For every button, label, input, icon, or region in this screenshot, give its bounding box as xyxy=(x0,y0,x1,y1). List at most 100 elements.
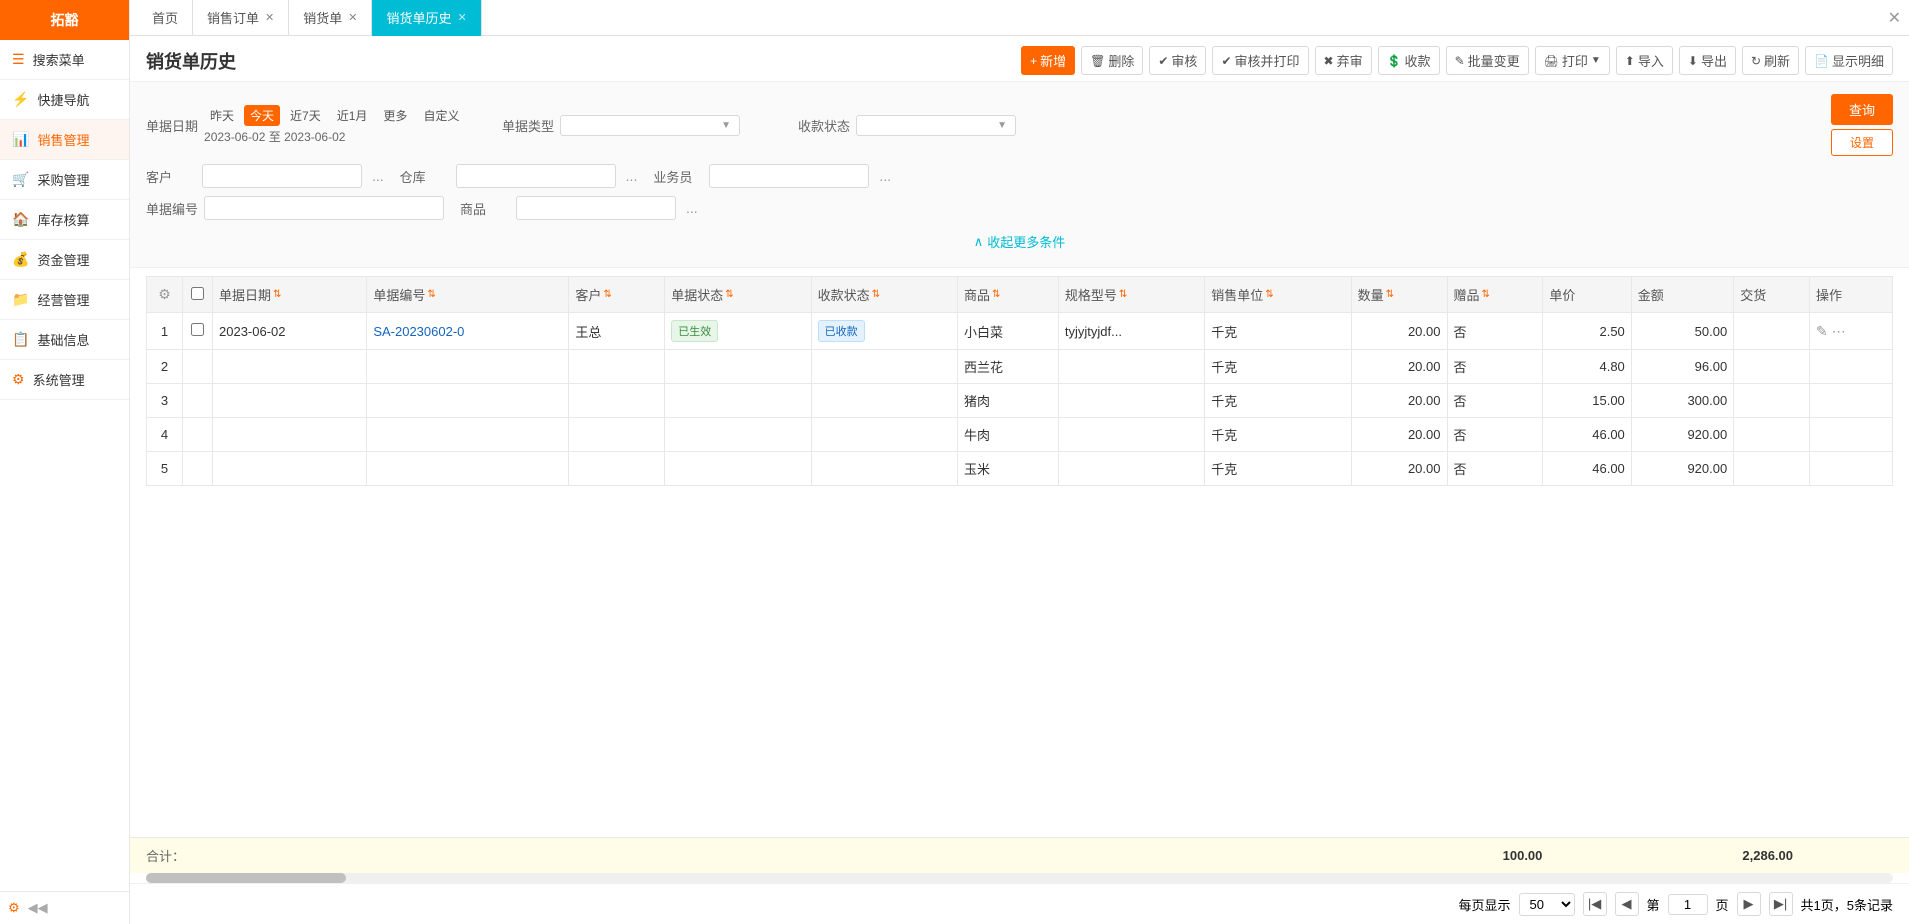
doc-no-input[interactable] xyxy=(204,196,444,220)
batch-change-button[interactable]: ✎ 批量变更 xyxy=(1446,46,1529,75)
collect-button[interactable]: 💲 收款 xyxy=(1378,46,1440,75)
new-button[interactable]: + 新增 xyxy=(1021,46,1075,75)
cell-check[interactable] xyxy=(183,350,213,384)
cell-goods: 牛肉 xyxy=(957,418,1058,452)
customer-more-icon[interactable]: ... xyxy=(372,168,384,184)
cell-unit-price: 46.00 xyxy=(1543,452,1631,486)
tab-home[interactable]: 首页 xyxy=(138,0,193,36)
tab-close-sales-history[interactable]: ✕ xyxy=(458,11,467,24)
warehouse-input[interactable] xyxy=(456,164,616,188)
cell-check[interactable] xyxy=(183,313,213,350)
salesperson-more-icon[interactable]: ... xyxy=(879,168,891,184)
tab-sales-history[interactable]: 销货单历史 ✕ xyxy=(372,0,481,36)
tab-close-sales-order[interactable]: ✕ xyxy=(265,11,274,24)
show-detail-button[interactable]: 📄 显示明细 xyxy=(1805,46,1893,75)
date-option-today[interactable]: 今天 xyxy=(244,105,280,126)
sidebar-collapse-icon[interactable]: ◀◀ xyxy=(28,900,48,916)
col-customer[interactable]: 客户 ⇅ xyxy=(569,277,665,313)
print-button[interactable]: 🖨 打印 ▼ xyxy=(1535,46,1610,75)
cell-doc-no[interactable] xyxy=(367,384,569,418)
date-option-7days[interactable]: 近7天 xyxy=(284,105,327,126)
date-option-more[interactable]: 更多 xyxy=(377,105,413,126)
basic-info-icon: 📋 xyxy=(12,331,29,348)
goods-more-icon[interactable]: ... xyxy=(686,200,698,216)
collect-icon: 💲 xyxy=(1387,54,1402,68)
select-all-checkbox[interactable] xyxy=(191,287,204,300)
date-option-yesterday[interactable]: 昨天 xyxy=(204,105,240,126)
sidebar-item-basic-info[interactable]: 📋 基础信息 xyxy=(0,320,129,360)
date-option-1month[interactable]: 近1月 xyxy=(331,105,374,126)
col-collect-status[interactable]: 收款状态 ⇅ xyxy=(811,277,957,313)
more-action-icon[interactable]: ⋯ xyxy=(1832,323,1846,340)
col-settings[interactable]: ⚙ xyxy=(147,277,183,313)
col-unit[interactable]: 销售单位 ⇅ xyxy=(1205,277,1351,313)
doc-type-select[interactable]: ▼ xyxy=(560,115,740,136)
import-button[interactable]: ⬆ 导入 xyxy=(1616,46,1673,75)
first-page-button[interactable]: |◀ xyxy=(1583,892,1607,916)
delete-button[interactable]: 🗑 删除 xyxy=(1081,46,1143,75)
footer-total-amount: 2,286.00 xyxy=(1742,848,1793,863)
audit-button[interactable]: ✔ 审核 xyxy=(1149,46,1206,75)
sidebar-item-quick-nav[interactable]: ⚡ 快捷导航 xyxy=(0,80,129,120)
cell-unit-price: 4.80 xyxy=(1543,350,1631,384)
filter-doc-no: 单据编号 xyxy=(146,196,444,220)
sidebar-item-purchase-mgmt[interactable]: 🛒 采购管理 xyxy=(0,160,129,200)
setting-button[interactable]: 设置 xyxy=(1831,129,1893,156)
collect-status-badge: 已收款 xyxy=(818,320,865,342)
row-checkbox[interactable] xyxy=(191,323,204,336)
pagination-bar: 每页显示 50 100 200 |◀ ◀ 第 页 ▶ ▶| 共1页，5条记录 xyxy=(130,883,1909,924)
warehouse-more-icon[interactable]: ... xyxy=(626,168,638,184)
col-spec[interactable]: 规格型号 ⇅ xyxy=(1058,277,1204,313)
cell-doc-no[interactable] xyxy=(367,452,569,486)
tab-sales-order[interactable]: 销售订单 ✕ xyxy=(193,0,289,36)
refresh-button[interactable]: ↻ 刷新 xyxy=(1742,46,1799,75)
query-button[interactable]: 查询 xyxy=(1831,94,1893,125)
scrollbar-thumb[interactable] xyxy=(146,873,346,883)
col-gift[interactable]: 赠品 ⇅ xyxy=(1447,277,1543,313)
col-doc-date[interactable]: 单据日期 ⇅ xyxy=(213,277,367,313)
table-row: 5 玉米 千克 20.00 否 46.00 920.00 xyxy=(147,452,1893,486)
sidebar-settings-icon[interactable]: ⚙ xyxy=(8,900,20,916)
export-button[interactable]: ⬇ 导出 xyxy=(1679,46,1736,75)
salesperson-input[interactable] xyxy=(709,164,869,188)
close-all-tabs[interactable]: ✕ xyxy=(1888,8,1901,28)
col-doc-status[interactable]: 单据状态 ⇅ xyxy=(665,277,811,313)
col-check xyxy=(183,277,213,313)
cell-doc-no[interactable]: SA-20230602-0 xyxy=(367,313,569,350)
customer-input[interactable] xyxy=(202,164,362,188)
sidebar-item-system[interactable]: ⚙ 系统管理 xyxy=(0,360,129,400)
next-page-button[interactable]: ▶ xyxy=(1737,892,1761,916)
horizontal-scrollbar[interactable] xyxy=(146,873,1893,883)
cell-check[interactable] xyxy=(183,384,213,418)
collect-status-select[interactable]: ▼ xyxy=(856,115,1016,136)
cell-qty: 20.00 xyxy=(1351,313,1447,350)
page-size-select[interactable]: 50 100 200 xyxy=(1519,893,1575,916)
cell-unit-price: 46.00 xyxy=(1543,418,1631,452)
sidebar-item-sales-mgmt[interactable]: 📊 销售管理 xyxy=(0,120,129,160)
edit-action-icon[interactable]: ✎ xyxy=(1816,323,1828,340)
cell-doc-no[interactable] xyxy=(367,350,569,384)
abandon-button[interactable]: ✖ 弃审 xyxy=(1315,46,1372,75)
cell-doc-no[interactable] xyxy=(367,418,569,452)
col-qty[interactable]: 数量 ⇅ xyxy=(1351,277,1447,313)
date-option-custom[interactable]: 自定义 xyxy=(417,105,465,126)
sort-doc-date-icon: ⇅ xyxy=(273,289,281,300)
sidebar-item-operations[interactable]: 📁 经营管理 xyxy=(0,280,129,320)
sidebar-item-finance[interactable]: 💰 资金管理 xyxy=(0,240,129,280)
page-number-input[interactable] xyxy=(1668,894,1708,915)
tab-close-sales-delivery[interactable]: ✕ xyxy=(348,11,357,24)
collapse-button[interactable]: ∧ 收起更多条件 xyxy=(146,228,1893,255)
col-doc-no[interactable]: 单据编号 ⇅ xyxy=(367,277,569,313)
goods-input[interactable] xyxy=(516,196,676,220)
cell-check[interactable] xyxy=(183,452,213,486)
sidebar-item-search-menu[interactable]: ☰ 搜索菜单 xyxy=(0,40,129,80)
sidebar-item-inventory[interactable]: 🏠 库存核算 xyxy=(0,200,129,240)
col-goods[interactable]: 商品 ⇅ xyxy=(957,277,1058,313)
cell-amount: 920.00 xyxy=(1631,418,1733,452)
last-page-button[interactable]: ▶| xyxy=(1769,892,1793,916)
audit-print-button[interactable]: ✔ 审核并打印 xyxy=(1212,46,1308,75)
cell-amount: 96.00 xyxy=(1631,350,1733,384)
tab-sales-delivery[interactable]: 销货单 ✕ xyxy=(289,0,372,36)
cell-check[interactable] xyxy=(183,418,213,452)
prev-page-button[interactable]: ◀ xyxy=(1615,892,1639,916)
